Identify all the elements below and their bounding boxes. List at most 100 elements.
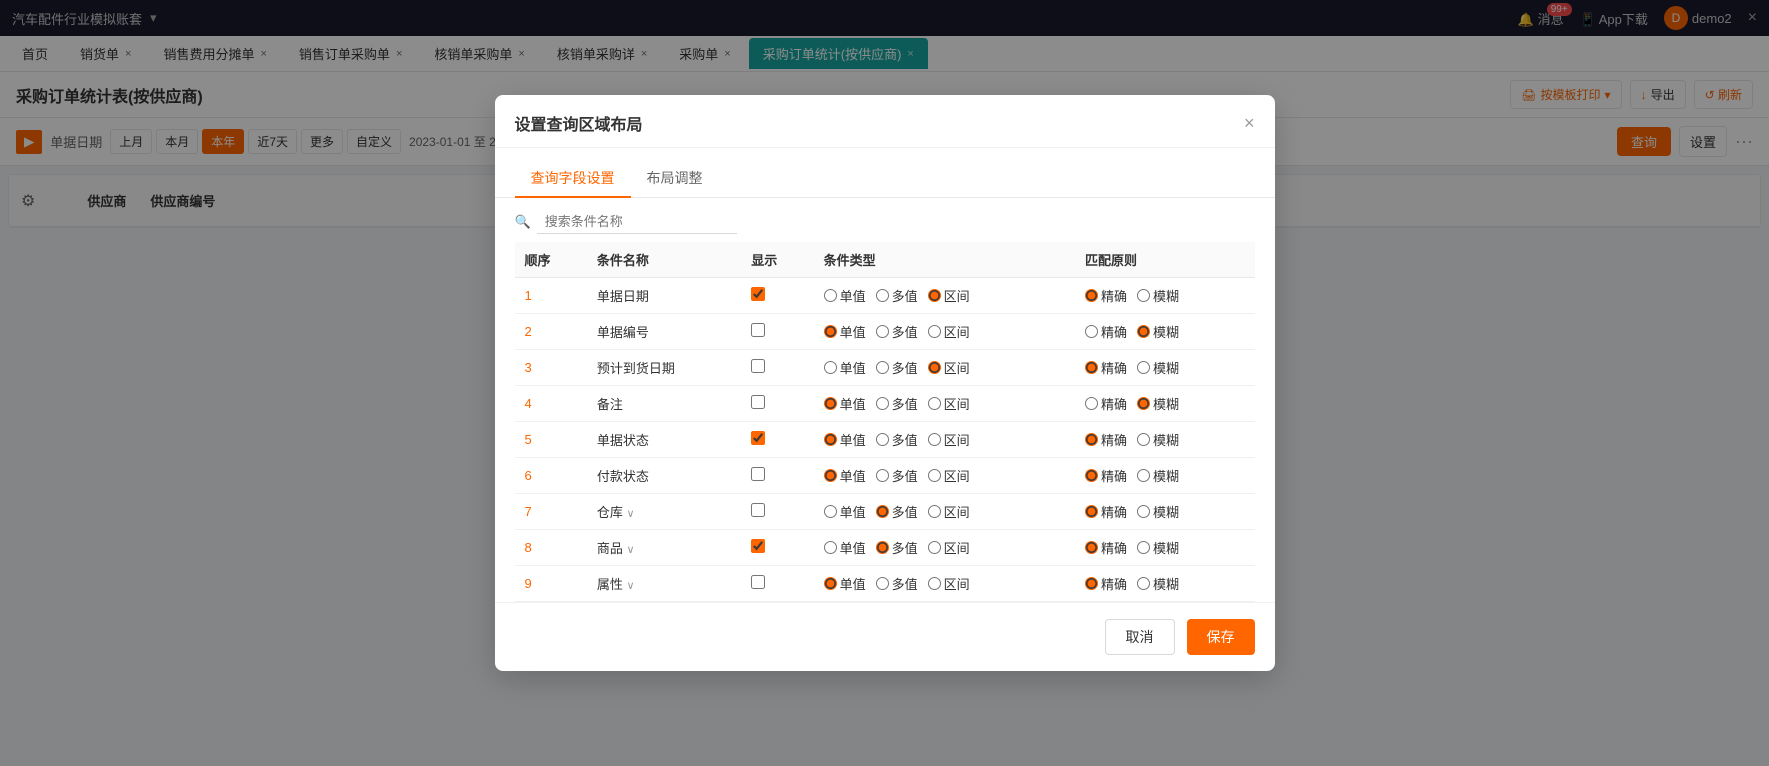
type-radio-item-6[interactable]: 区间 <box>928 502 970 521</box>
type-radio-item-0[interactable]: 区间 <box>928 286 970 305</box>
cancel-button[interactable]: 取消 <box>1105 619 1175 655</box>
type-radio-3-单值[interactable] <box>824 397 837 410</box>
type-radio-item-4[interactable]: 区间 <box>928 430 970 449</box>
match-radio-item-7[interactable]: 模糊 <box>1137 538 1179 557</box>
type-radio-item-2[interactable]: 区间 <box>928 358 970 377</box>
type-radio-1-多值[interactable] <box>876 325 889 338</box>
type-radio-item-6[interactable]: 多值 <box>876 502 918 521</box>
type-radio-8-单值[interactable] <box>824 577 837 590</box>
display-checkbox-6[interactable] <box>751 503 765 517</box>
type-radio-4-单值[interactable] <box>824 433 837 446</box>
match-radio-item-0[interactable]: 精确 <box>1085 286 1127 305</box>
match-radio-1-精确[interactable] <box>1085 325 1098 338</box>
match-radio-0-精确[interactable] <box>1085 289 1098 302</box>
type-radio-5-区间[interactable] <box>928 469 941 482</box>
match-radio-2-模糊[interactable] <box>1137 361 1150 374</box>
display-checkbox-0[interactable] <box>751 287 765 301</box>
type-radio-1-区间[interactable] <box>928 325 941 338</box>
type-radio-6-多值[interactable] <box>876 505 889 518</box>
type-radio-2-单值[interactable] <box>824 361 837 374</box>
type-radio-item-1[interactable]: 单值 <box>824 322 866 341</box>
display-checkbox-7[interactable] <box>751 539 765 553</box>
dialog-tab-layout-adjust[interactable]: 布局调整 <box>631 160 719 198</box>
match-radio-item-6[interactable]: 模糊 <box>1137 502 1179 521</box>
display-checkbox-3[interactable] <box>751 395 765 409</box>
type-radio-item-7[interactable]: 单值 <box>824 538 866 557</box>
type-radio-0-区间[interactable] <box>928 289 941 302</box>
type-radio-item-3[interactable]: 区间 <box>928 394 970 413</box>
match-radio-item-2[interactable]: 模糊 <box>1137 358 1179 377</box>
type-radio-item-8[interactable]: 多值 <box>876 574 918 593</box>
match-radio-3-模糊[interactable] <box>1137 397 1150 410</box>
match-radio-item-5[interactable]: 精确 <box>1085 466 1127 485</box>
dialog-close-button[interactable]: × <box>1244 114 1255 132</box>
match-radio-1-模糊[interactable] <box>1137 325 1150 338</box>
match-radio-7-模糊[interactable] <box>1137 541 1150 554</box>
match-radio-4-模糊[interactable] <box>1137 433 1150 446</box>
type-radio-item-5[interactable]: 多值 <box>876 466 918 485</box>
type-radio-item-1[interactable]: 区间 <box>928 322 970 341</box>
type-radio-item-1[interactable]: 多值 <box>876 322 918 341</box>
type-radio-2-区间[interactable] <box>928 361 941 374</box>
match-radio-item-3[interactable]: 精确 <box>1085 394 1127 413</box>
search-input[interactable] <box>537 210 737 234</box>
type-radio-8-多值[interactable] <box>876 577 889 590</box>
match-radio-item-4[interactable]: 模糊 <box>1137 430 1179 449</box>
type-radio-item-2[interactable]: 多值 <box>876 358 918 377</box>
match-radio-8-模糊[interactable] <box>1137 577 1150 590</box>
match-radio-item-1[interactable]: 精确 <box>1085 322 1127 341</box>
match-radio-7-精确[interactable] <box>1085 541 1098 554</box>
type-radio-item-2[interactable]: 单值 <box>824 358 866 377</box>
type-radio-item-7[interactable]: 区间 <box>928 538 970 557</box>
match-radio-item-8[interactable]: 模糊 <box>1137 574 1179 593</box>
type-radio-7-多值[interactable] <box>876 541 889 554</box>
display-checkbox-8[interactable] <box>751 575 765 589</box>
type-radio-0-多值[interactable] <box>876 289 889 302</box>
display-checkbox-1[interactable] <box>751 323 765 337</box>
match-radio-0-模糊[interactable] <box>1137 289 1150 302</box>
type-radio-6-单值[interactable] <box>824 505 837 518</box>
type-radio-item-3[interactable]: 多值 <box>876 394 918 413</box>
match-radio-8-精确[interactable] <box>1085 577 1098 590</box>
match-radio-5-模糊[interactable] <box>1137 469 1150 482</box>
type-radio-4-区间[interactable] <box>928 433 941 446</box>
type-radio-item-0[interactable]: 单值 <box>824 286 866 305</box>
type-radio-0-单值[interactable] <box>824 289 837 302</box>
match-radio-4-精确[interactable] <box>1085 433 1098 446</box>
match-radio-6-模糊[interactable] <box>1137 505 1150 518</box>
type-radio-item-4[interactable]: 多值 <box>876 430 918 449</box>
display-checkbox-2[interactable] <box>751 359 765 373</box>
match-radio-item-7[interactable]: 精确 <box>1085 538 1127 557</box>
match-radio-6-精确[interactable] <box>1085 505 1098 518</box>
match-radio-item-1[interactable]: 模糊 <box>1137 322 1179 341</box>
match-radio-item-4[interactable]: 精确 <box>1085 430 1127 449</box>
type-radio-item-8[interactable]: 单值 <box>824 574 866 593</box>
match-radio-item-0[interactable]: 模糊 <box>1137 286 1179 305</box>
match-radio-5-精确[interactable] <box>1085 469 1098 482</box>
match-radio-3-精确[interactable] <box>1085 397 1098 410</box>
type-radio-item-7[interactable]: 多值 <box>876 538 918 557</box>
type-radio-3-区间[interactable] <box>928 397 941 410</box>
type-radio-item-5[interactable]: 区间 <box>928 466 970 485</box>
type-radio-item-0[interactable]: 多值 <box>876 286 918 305</box>
match-radio-item-3[interactable]: 模糊 <box>1137 394 1179 413</box>
match-radio-item-2[interactable]: 精确 <box>1085 358 1127 377</box>
type-radio-8-区间[interactable] <box>928 577 941 590</box>
display-checkbox-5[interactable] <box>751 467 765 481</box>
type-radio-item-5[interactable]: 单值 <box>824 466 866 485</box>
type-radio-3-多值[interactable] <box>876 397 889 410</box>
type-radio-2-多值[interactable] <box>876 361 889 374</box>
type-radio-7-单值[interactable] <box>824 541 837 554</box>
type-radio-item-4[interactable]: 单值 <box>824 430 866 449</box>
save-button[interactable]: 保存 <box>1187 619 1255 655</box>
match-radio-item-5[interactable]: 模糊 <box>1137 466 1179 485</box>
match-radio-2-精确[interactable] <box>1085 361 1098 374</box>
type-radio-item-8[interactable]: 区间 <box>928 574 970 593</box>
type-radio-item-6[interactable]: 单值 <box>824 502 866 521</box>
type-radio-5-多值[interactable] <box>876 469 889 482</box>
type-radio-1-单值[interactable] <box>824 325 837 338</box>
match-radio-item-8[interactable]: 精确 <box>1085 574 1127 593</box>
type-radio-item-3[interactable]: 单值 <box>824 394 866 413</box>
match-radio-item-6[interactable]: 精确 <box>1085 502 1127 521</box>
display-checkbox-4[interactable] <box>751 431 765 445</box>
